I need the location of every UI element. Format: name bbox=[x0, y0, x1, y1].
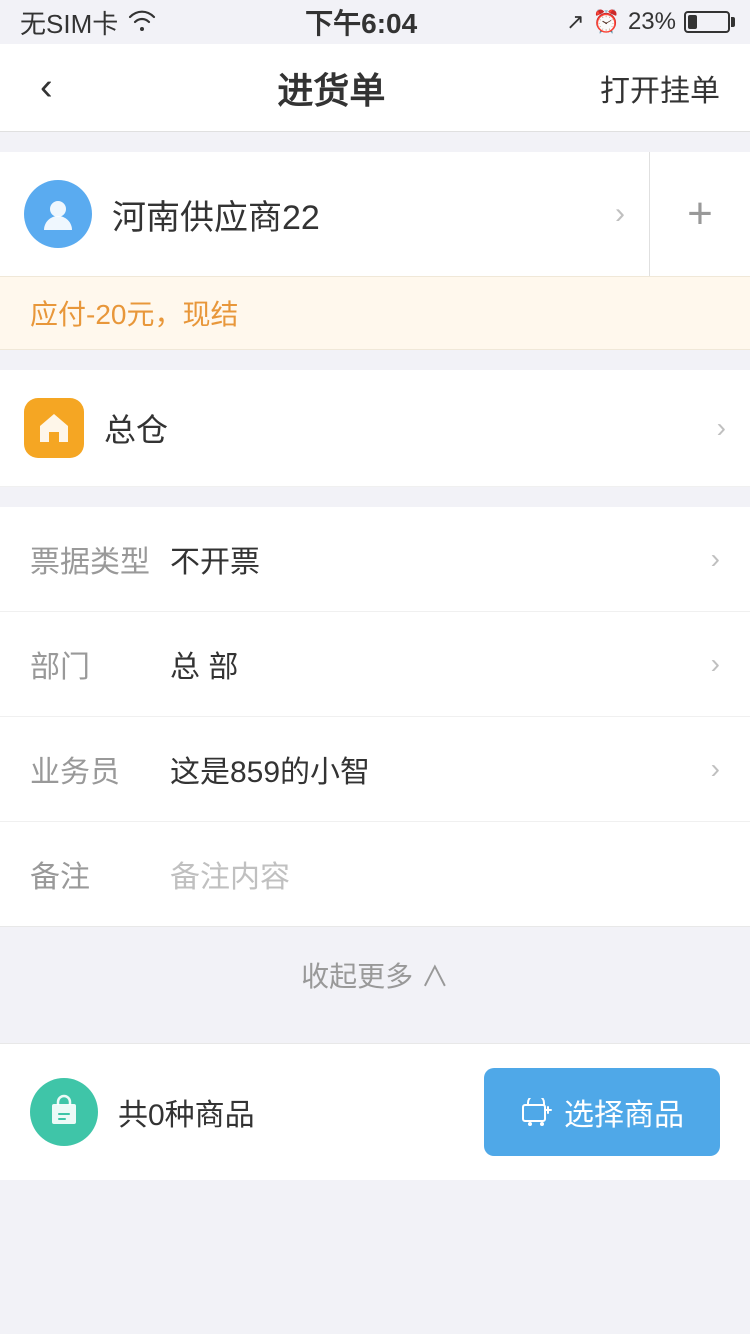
supplier-section: 河南供应商22 › + bbox=[0, 152, 750, 276]
department-value: 总 部 bbox=[170, 642, 701, 686]
supplier-avatar bbox=[24, 180, 92, 248]
status-time: 下午6:04 bbox=[305, 2, 417, 42]
location-icon: ↗ bbox=[566, 9, 584, 35]
warehouse-row[interactable]: 总仓 › bbox=[0, 370, 750, 487]
nav-bar: ‹ 进货单 打开挂单 bbox=[0, 44, 750, 132]
status-left: 无SIM卡 bbox=[20, 4, 156, 41]
department-row[interactable]: 部门 总 部 › bbox=[0, 612, 750, 717]
department-chevron-icon: › bbox=[711, 648, 720, 680]
remark-label: 备注 bbox=[30, 852, 150, 896]
open-pending-button[interactable]: 打开挂单 bbox=[600, 66, 720, 110]
warehouse-name: 总仓 bbox=[104, 405, 707, 451]
section-gap-3 bbox=[0, 487, 750, 507]
alarm-icon: ⏰ bbox=[593, 9, 620, 35]
supplier-chevron-icon: › bbox=[615, 197, 625, 231]
page-title: 进货单 bbox=[277, 62, 385, 114]
select-product-label: 选择商品 bbox=[564, 1090, 684, 1134]
section-gap-2 bbox=[0, 350, 750, 370]
collapse-button[interactable]: 收起更多 ∧ bbox=[0, 926, 750, 1023]
back-button[interactable]: ‹ bbox=[30, 56, 63, 119]
invoice-type-label: 票据类型 bbox=[30, 537, 150, 581]
department-label: 部门 bbox=[30, 642, 150, 686]
notice-bar: 应付-20元，现结 bbox=[0, 276, 750, 350]
warehouse-chevron-icon: › bbox=[717, 412, 726, 444]
invoice-type-value: 不开票 bbox=[170, 537, 701, 581]
fields-section: 票据类型 不开票 › 部门 总 部 › 业务员 这是859的小智 › 备注 备注… bbox=[0, 507, 750, 926]
warehouse-icon bbox=[24, 398, 84, 458]
salesperson-chevron-icon: › bbox=[711, 753, 720, 785]
battery-icon bbox=[684, 11, 730, 33]
carrier-label: 无SIM卡 bbox=[20, 4, 118, 41]
add-supplier-button[interactable]: + bbox=[650, 189, 750, 239]
salesperson-value: 这是859的小智 bbox=[170, 747, 701, 791]
wifi-icon bbox=[128, 7, 156, 38]
select-product-button[interactable]: 选择商品 bbox=[484, 1068, 720, 1156]
status-bar: 无SIM卡 下午6:04 ↗ ⏰ 23% bbox=[0, 0, 750, 44]
supplier-main[interactable]: 河南供应商22 › bbox=[0, 152, 650, 276]
section-gap-1 bbox=[0, 132, 750, 152]
section-gap-4 bbox=[0, 1023, 750, 1043]
bottom-bar: 共0种商品 选择商品 bbox=[0, 1043, 750, 1180]
battery-percentage: 23% bbox=[628, 8, 676, 36]
invoice-type-row[interactable]: 票据类型 不开票 › bbox=[0, 507, 750, 612]
remark-value: 备注内容 bbox=[170, 852, 720, 896]
product-count-label: 共0种商品 bbox=[118, 1090, 484, 1134]
status-right: ↗ ⏰ 23% bbox=[566, 8, 730, 36]
cart-icon bbox=[520, 1098, 552, 1126]
product-icon bbox=[30, 1078, 98, 1146]
salesperson-label: 业务员 bbox=[30, 747, 150, 791]
invoice-type-chevron-icon: › bbox=[711, 543, 720, 575]
notice-text: 应付-20元，现结 bbox=[30, 299, 238, 330]
salesperson-row[interactable]: 业务员 这是859的小智 › bbox=[0, 717, 750, 822]
supplier-name: 河南供应商22 bbox=[112, 190, 605, 239]
remark-row[interactable]: 备注 备注内容 bbox=[0, 822, 750, 926]
